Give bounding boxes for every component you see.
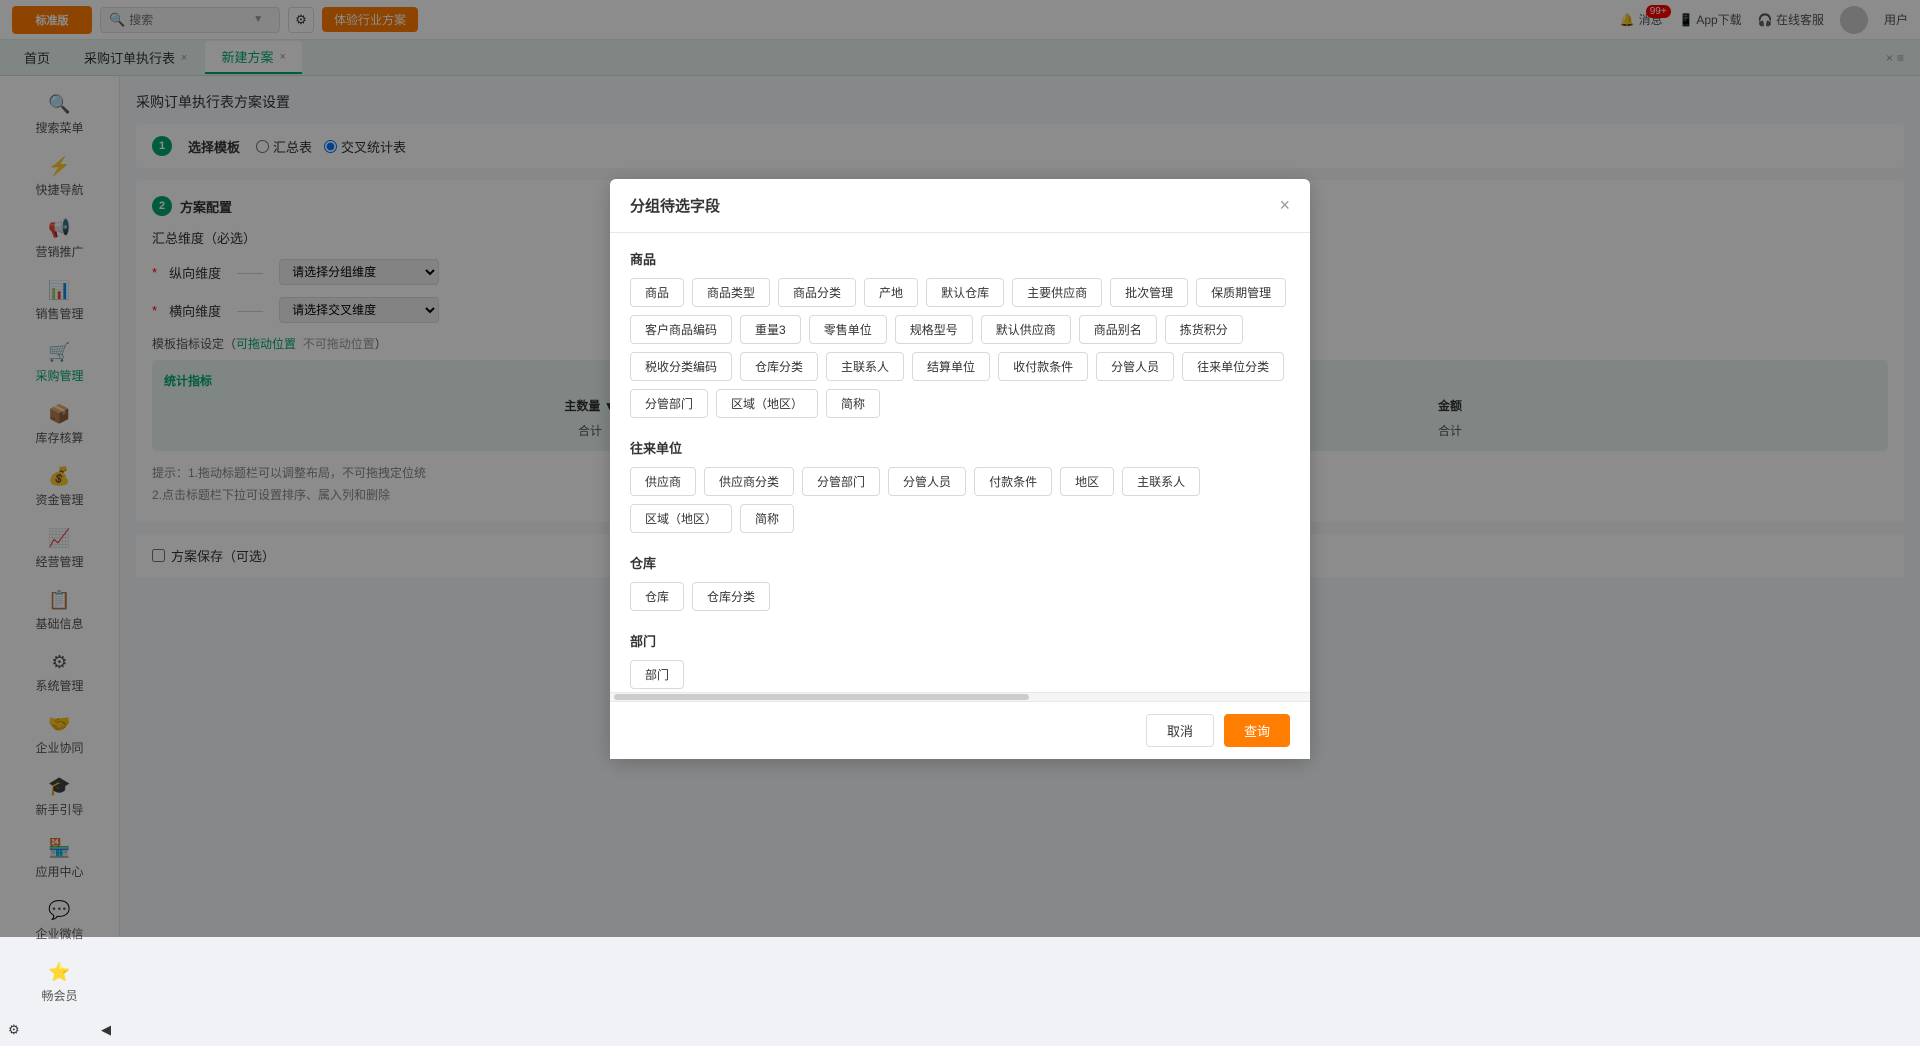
field-tag[interactable]: 简称 (740, 504, 794, 533)
field-section-warehouse-title: 仓库 (630, 553, 1290, 572)
field-tag[interactable]: 分管部门 (802, 467, 880, 496)
field-tag[interactable]: 区域（地区） (716, 389, 818, 418)
modal-body: 商品 商品 商品类型 商品分类 产地 默认仓库 主要供应商 批次管理 保质期管理… (610, 233, 1310, 693)
field-tags-partner: 供应商 供应商分类 分管部门 分管人员 付款条件 地区 主联系人 区域（地区） … (630, 467, 1290, 533)
modal-cancel-button[interactable]: 取消 (1146, 714, 1214, 747)
field-section-warehouse: 仓库 仓库 仓库分类 (630, 553, 1290, 611)
modal: 分组待选字段 × 商品 商品 商品类型 商品分类 产地 默认仓库 主要供应商 批… (610, 179, 1310, 759)
field-tag[interactable]: 收付款条件 (998, 352, 1088, 381)
scrollbar-thumb[interactable] (614, 694, 1029, 700)
field-tag[interactable]: 分管部门 (630, 389, 708, 418)
field-tag[interactable]: 商品分类 (778, 278, 856, 307)
field-tag[interactable]: 商品 (630, 278, 684, 307)
field-tag[interactable]: 仓库分类 (692, 582, 770, 611)
field-tags-goods: 商品 商品类型 商品分类 产地 默认仓库 主要供应商 批次管理 保质期管理 客户… (630, 278, 1290, 418)
field-section-goods: 商品 商品 商品类型 商品分类 产地 默认仓库 主要供应商 批次管理 保质期管理… (630, 249, 1290, 418)
field-tag[interactable]: 零售单位 (809, 315, 887, 344)
field-tag[interactable]: 区域（地区） (630, 504, 732, 533)
modal-footer: 取消 查询 (610, 701, 1310, 759)
field-section-department-title: 部门 (630, 631, 1290, 650)
field-tag[interactable]: 默认仓库 (926, 278, 1004, 307)
field-tag[interactable]: 部门 (630, 660, 684, 689)
field-tag[interactable]: 产地 (864, 278, 918, 307)
field-tag[interactable]: 仓库 (630, 582, 684, 611)
field-tag[interactable]: 主联系人 (826, 352, 904, 381)
field-tag[interactable]: 地区 (1060, 467, 1114, 496)
settings-bottom-icon[interactable]: ⚙ (8, 1022, 20, 1038)
field-tag[interactable]: 分管人员 (1096, 352, 1174, 381)
field-tag[interactable]: 主要供应商 (1012, 278, 1102, 307)
field-tags-department: 部门 (630, 660, 1290, 689)
sidebar-item-vip[interactable]: ⭐ 畅会员 (0, 952, 119, 1014)
modal-overlay[interactable]: 分组待选字段 × 商品 商品 商品类型 商品分类 产地 默认仓库 主要供应商 批… (0, 0, 1920, 937)
field-tag[interactable]: 默认供应商 (981, 315, 1071, 344)
field-tag[interactable]: 重量3 (740, 315, 801, 344)
field-tag[interactable]: 仓库分类 (740, 352, 818, 381)
field-tag[interactable]: 付款条件 (974, 467, 1052, 496)
field-tag[interactable]: 分管人员 (888, 467, 966, 496)
field-tag[interactable]: 批次管理 (1110, 278, 1188, 307)
field-tag[interactable]: 供应商分类 (704, 467, 794, 496)
collapse-icon[interactable]: ◀ (101, 1022, 111, 1038)
sidebar-item-label: 畅会员 (41, 987, 77, 1004)
field-tag[interactable]: 规格型号 (895, 315, 973, 344)
field-section-goods-title: 商品 (630, 249, 1290, 268)
field-tag[interactable]: 简称 (826, 389, 880, 418)
field-tag[interactable]: 客户商品编码 (630, 315, 732, 344)
modal-title: 分组待选字段 (630, 195, 720, 216)
star-icon: ⭐ (48, 962, 70, 983)
modal-close-button[interactable]: × (1279, 195, 1290, 216)
field-tag[interactable]: 税收分类编码 (630, 352, 732, 381)
modal-horizontal-scrollbar[interactable] (610, 692, 1310, 700)
field-tag[interactable]: 保质期管理 (1196, 278, 1286, 307)
field-tags-warehouse: 仓库 仓库分类 (630, 582, 1290, 611)
modal-confirm-button[interactable]: 查询 (1224, 714, 1290, 747)
modal-header: 分组待选字段 × (610, 179, 1310, 233)
field-tag[interactable]: 商品类型 (692, 278, 770, 307)
sidebar-bottom-bar: ⚙ ◀ (0, 1014, 119, 1046)
field-tag[interactable]: 主联系人 (1122, 467, 1200, 496)
field-section-partner: 往来单位 供应商 供应商分类 分管部门 分管人员 付款条件 地区 主联系人 区域… (630, 438, 1290, 533)
field-tag[interactable]: 供应商 (630, 467, 696, 496)
field-tag[interactable]: 往来单位分类 (1182, 352, 1284, 381)
field-tag[interactable]: 结算单位 (912, 352, 990, 381)
field-tag[interactable]: 拣货积分 (1165, 315, 1243, 344)
field-section-department: 部门 部门 (630, 631, 1290, 689)
field-tag[interactable]: 商品别名 (1079, 315, 1157, 344)
field-section-partner-title: 往来单位 (630, 438, 1290, 457)
